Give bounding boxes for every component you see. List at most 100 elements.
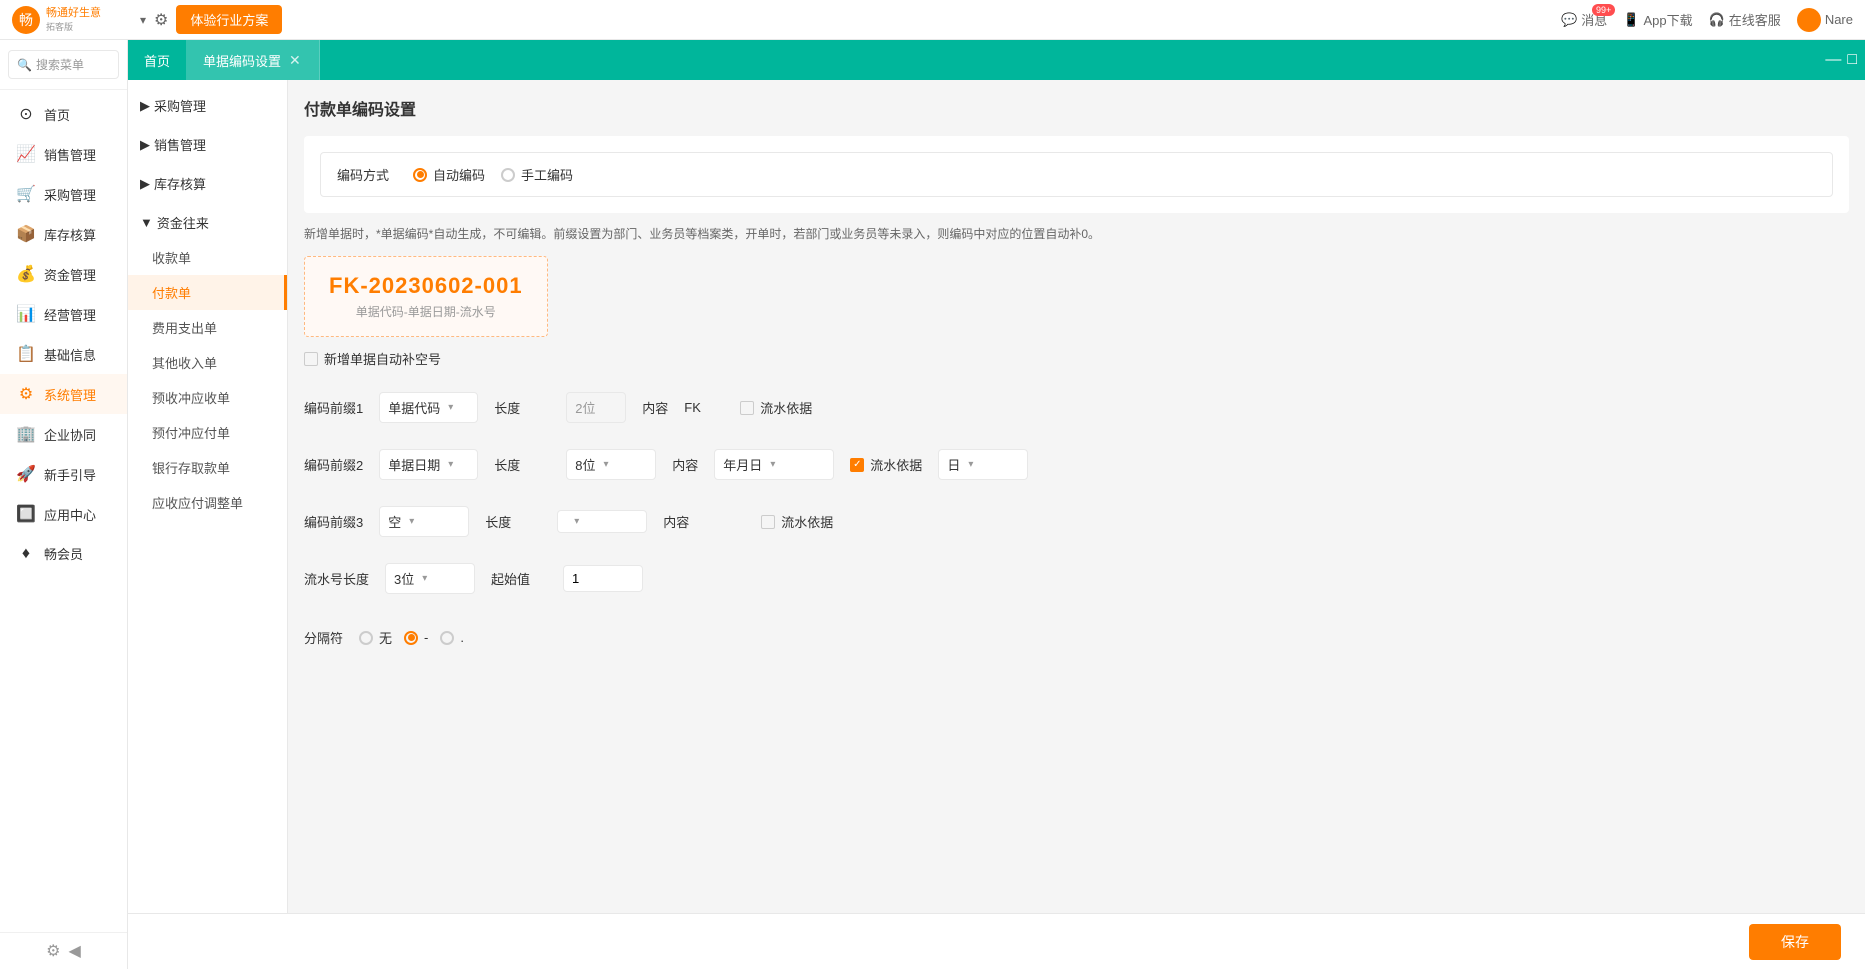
prefix2-serial-check[interactable]: 流水依据 [850, 455, 922, 474]
prefix3-length-arrow: ▾ [574, 516, 579, 527]
sales-icon: 📈 [16, 144, 36, 164]
prefix1-length-label: 长度 [494, 398, 550, 417]
encoding-method-label: 编码方式 [337, 165, 389, 184]
prefix2-period-select[interactable]: 日 ▾ [938, 449, 1028, 480]
serial-length-label: 流水号长度 [304, 569, 369, 588]
chevron-right-icon: ▶ [140, 98, 150, 114]
service-icon: 🎧 [1709, 12, 1725, 28]
inventory-icon: 📦 [16, 224, 36, 244]
online-service-btn[interactable]: 🎧 在线客服 [1709, 10, 1781, 29]
manual-encoding-label: 手工编码 [521, 165, 573, 184]
sidebar: 🔍 搜索菜单 ⊙ 首页 📈 销售管理 🛒 采购管理 📦 库存核算 💰 [0, 40, 128, 969]
sidebar-item-home[interactable]: ⊙ 首页 [0, 94, 127, 134]
nav-chevron-btn[interactable]: ▾ [140, 13, 146, 27]
sub-item-other-income[interactable]: 其他收入单 [128, 345, 287, 380]
radio-manual-circle [501, 168, 515, 182]
sub-group-purchase-header[interactable]: ▶ 采购管理 [128, 88, 287, 123]
sub-item-adjustment[interactable]: 应收应付调整单 [128, 485, 287, 520]
save-button[interactable]: 保存 [1749, 924, 1841, 960]
sub-item-pre-receive[interactable]: 预收冲应收单 [128, 380, 287, 415]
sidebar-item-system[interactable]: ⚙ 系统管理 [0, 374, 127, 414]
prefix3-length-label: 长度 [485, 512, 541, 531]
prefix2-length-select[interactable]: 8位 ▾ [566, 449, 656, 480]
tab-minimize-btn[interactable]: — [1825, 51, 1841, 69]
auto-encoding-label: 自动编码 [433, 165, 485, 184]
basic-icon: 📋 [16, 344, 36, 364]
page-main: 付款单编码设置 编码方式 自动编码 手工编码 [288, 80, 1865, 913]
home-icon: ⊙ [16, 104, 36, 124]
sub-item-pre-pay[interactable]: 预付冲应付单 [128, 415, 287, 450]
sep-radio-dot[interactable]: . [440, 630, 464, 645]
prefix1-select[interactable]: 单据代码 ▾ [379, 392, 478, 423]
sub-item-payment[interactable]: 付款单 [128, 275, 287, 310]
sidebar-collapse-btn[interactable]: ◀ [69, 941, 81, 961]
info-text: 新增单据时，*单据编码*自动生成，不可编辑。前缀设置为部门、业务员等档案类，开单… [304, 225, 1849, 244]
sep-radio-dash[interactable]: - [404, 630, 428, 645]
tab-home[interactable]: 首页 [128, 40, 187, 80]
prefix3-content-label: 内容 [663, 512, 689, 531]
search-menu-btn[interactable]: 🔍 搜索菜单 [8, 50, 119, 79]
prefix1-dropdown-arrow: ▾ [448, 402, 453, 413]
chevron-right-icon-2: ▶ [140, 137, 150, 153]
prefix3-label: 编码前缀3 [304, 512, 363, 531]
sidebar-item-newguide[interactable]: 🚀 新手引导 [0, 454, 127, 494]
sep-radio-none[interactable]: 无 [359, 628, 392, 647]
prefix2-select[interactable]: 单据日期 ▾ [379, 449, 478, 480]
prefix2-content-select[interactable]: 年月日 ▾ [714, 449, 834, 480]
radio-group-encoding: 自动编码 手工编码 [413, 165, 573, 184]
prefix2-serial-checkbox-box [850, 458, 864, 472]
radio-manual-encoding[interactable]: 手工编码 [501, 165, 573, 184]
prefix3-serial-checkbox-box [761, 515, 775, 529]
prefix3-length-select[interactable]: ▾ [557, 510, 647, 533]
encoding-method-card: 编码方式 自动编码 手工编码 [304, 136, 1849, 213]
prefix2-content-arrow: ▾ [770, 459, 775, 470]
radio-auto-encoding[interactable]: 自动编码 [413, 165, 485, 184]
auto-fill-checkbox[interactable]: 新增单据自动补空号 [304, 349, 441, 368]
tab-maximize-btn[interactable]: □ [1847, 51, 1857, 69]
sidebar-item-basic[interactable]: 📋 基础信息 [0, 334, 127, 374]
sub-item-receipt[interactable]: 收款单 [128, 240, 287, 275]
sub-item-expense[interactable]: 费用支出单 [128, 310, 287, 345]
settings-btn[interactable]: ⚙ [154, 10, 168, 30]
sub-group-sales: ▶ 销售管理 [128, 127, 287, 162]
sub-group-sales-header[interactable]: ▶ 销售管理 [128, 127, 287, 162]
sidebar-item-purchase[interactable]: 🛒 采购管理 [0, 174, 127, 214]
start-value-input[interactable] [563, 565, 643, 592]
app-download-btn[interactable]: 📱 App下载 [1623, 10, 1692, 29]
sep-dot-circle [440, 631, 454, 645]
message-btn[interactable]: 💬 消息 99+ [1561, 10, 1607, 29]
sidebar-settings-btn[interactable]: ⚙ [46, 941, 60, 961]
prefix3-serial-check[interactable]: 流水依据 [761, 512, 833, 531]
sidebar-item-sales[interactable]: 📈 销售管理 [0, 134, 127, 174]
tab-encoding[interactable]: 单据编码设置 ✕ [187, 40, 320, 80]
prefix1-serial-check[interactable]: 流水依据 [740, 398, 812, 417]
message-icon: 💬 [1561, 12, 1577, 28]
sidebar-item-enterprise[interactable]: 🏢 企业协同 [0, 414, 127, 454]
sub-group-inventory-header[interactable]: ▶ 库存核算 [128, 166, 287, 201]
prefix1-serial-checkbox-box [740, 401, 754, 415]
form-row-prefix3: 编码前缀3 空 ▾ 长度 ▾ 内容 流水依据 [304, 506, 1849, 537]
logo-icon: 畅 [12, 6, 40, 34]
sidebar-item-operations[interactable]: 📊 经营管理 [0, 294, 127, 334]
sidebar-item-member[interactable]: ♦ 畅会员 [0, 534, 127, 573]
form-row-prefix1: 编码前缀1 单据代码 ▾ 长度 2位 内容 FK 流水依据 [304, 392, 1849, 423]
sidebar-item-appstore[interactable]: 🔲 应用中心 [0, 494, 127, 534]
sidebar-item-finance[interactable]: 💰 资金管理 [0, 254, 127, 294]
industry-plan-btn[interactable]: 体验行业方案 [176, 5, 282, 34]
sidebar-item-inventory[interactable]: 📦 库存核算 [0, 214, 127, 254]
enterprise-icon: 🏢 [16, 424, 36, 444]
user-profile-btn[interactable]: Nare [1797, 8, 1853, 32]
page-title: 付款单编码设置 [304, 96, 1849, 120]
sub-item-bank[interactable]: 银行存取款单 [128, 450, 287, 485]
download-icon: 📱 [1623, 12, 1639, 28]
serial-length-select[interactable]: 3位 ▾ [385, 563, 475, 594]
code-example-box: FK-20230602-001 单据代码-单据日期-流水号 [304, 256, 1849, 337]
finance-icon: 💰 [16, 264, 36, 284]
new-auto-fill-row: 新增单据自动补空号 [304, 349, 1849, 368]
sub-group-capital-header[interactable]: ▼ 资金往来 [128, 205, 287, 240]
prefix3-select[interactable]: 空 ▾ [379, 506, 469, 537]
system-icon: ⚙ [16, 384, 36, 404]
operations-icon: 📊 [16, 304, 36, 324]
tab-encoding-close[interactable]: ✕ [287, 52, 303, 69]
sidebar-bottom: ⚙ ◀ [0, 932, 127, 969]
